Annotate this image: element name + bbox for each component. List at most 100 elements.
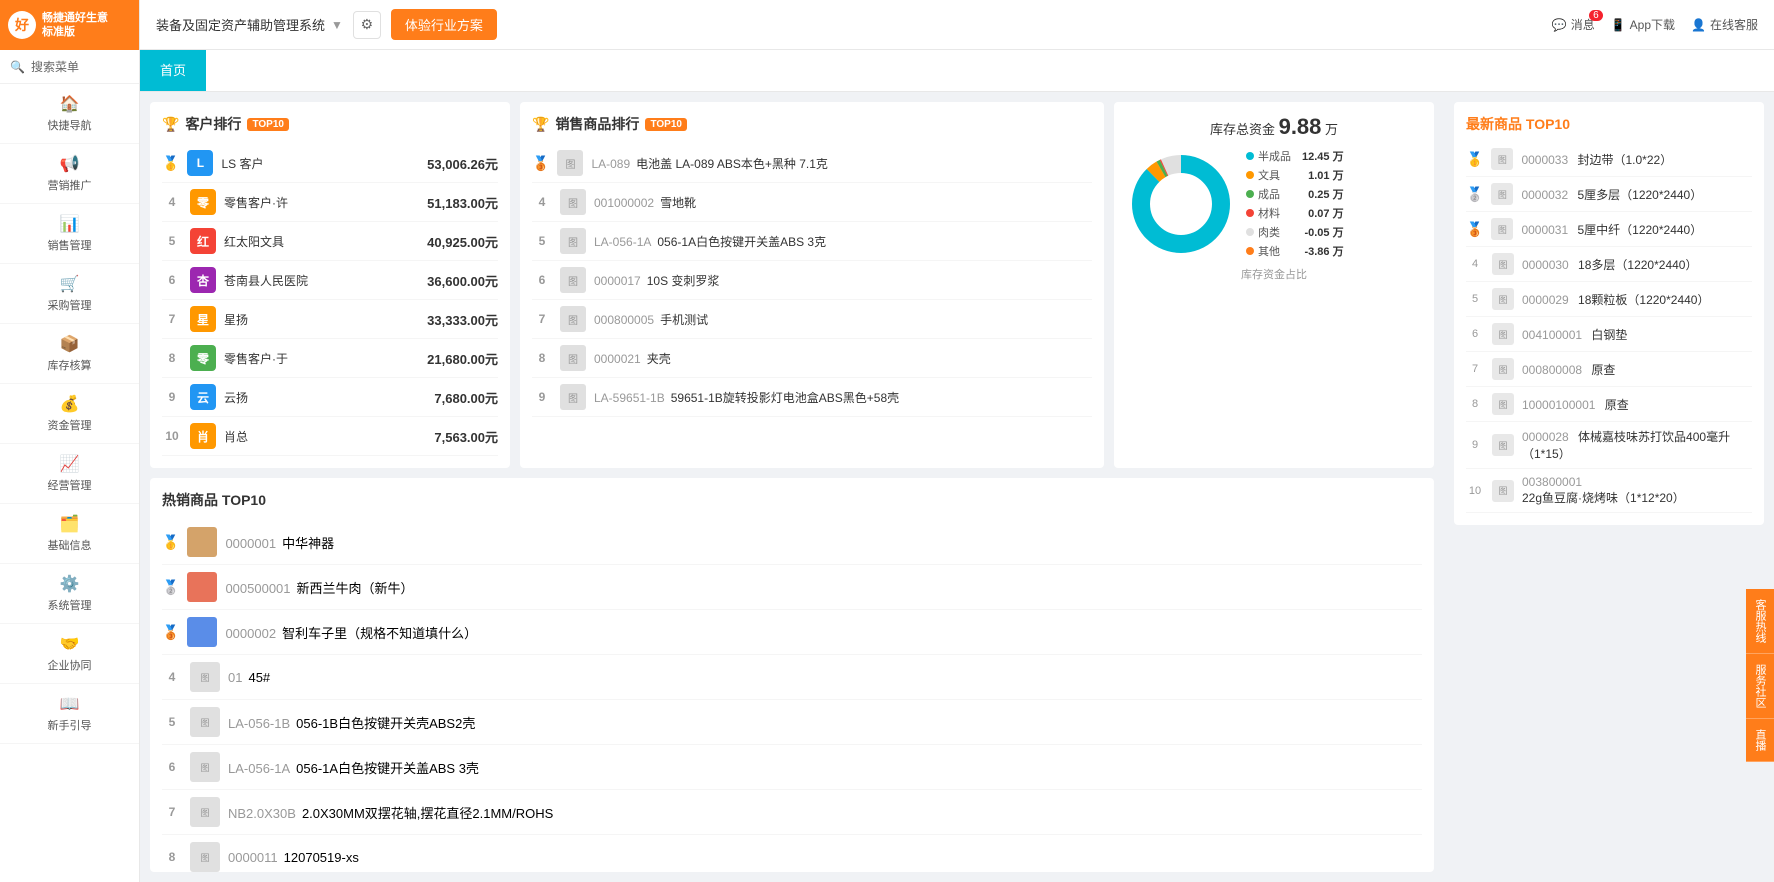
product-img: 图 (560, 228, 586, 254)
legend-item: 文具 1.01 万 (1246, 167, 1344, 183)
nav-icon: 📊 (60, 214, 80, 234)
sidebar: 好 畅捷通好生意 标准版 🔍 搜索菜单 🏠快捷导航📢营销推广📊销售管理🛒采购管理… (0, 0, 140, 882)
customer-avatar: L (187, 150, 213, 176)
sidebar-item-企业协同[interactable]: 🤝企业协同 (0, 624, 139, 684)
product-item: 9 图 LA-59651-1B59651-1B旋转投影灯电池盒ABS黑色+58壳 (532, 378, 1092, 417)
hot-products-panel: 热销商品 TOP10 🥇 0000001中华神器 🥈 000500001新西兰牛… (150, 478, 1434, 872)
trophy-icon: 🏆 (162, 116, 179, 133)
hot-products-title: 热销商品 TOP10 (162, 490, 1422, 510)
legend-item: 肉类 -0.05 万 (1246, 224, 1344, 240)
ranking-item: 🥇 L LS 客户 53,006.26元 (162, 144, 498, 183)
float-btn-客服热线[interactable]: 客服热线 (1746, 589, 1774, 654)
sidebar-item-经营管理[interactable]: 📈经营管理 (0, 444, 139, 504)
sidebar-item-基础信息[interactable]: 🗂️基础信息 (0, 504, 139, 564)
product-img: 图 (557, 150, 583, 176)
hot-item: 5 图 LA-056-1B056-1B白色按键开关壳ABS2壳 (162, 700, 1422, 745)
new-product-icon: 图 (1492, 288, 1514, 310)
product-item: 🥉 图 LA-089电池盖 LA-089 ABS本色+黑种 7.1克 (532, 144, 1092, 183)
logo-icon: 好 (8, 11, 36, 39)
nav-icon: 🗂️ (60, 514, 80, 534)
new-products-card: 最新商品 TOP10 🥇 图 0000033 封边带（1.0*22） 🥈 图 0… (1454, 102, 1764, 525)
hot-product-img: 图 (190, 707, 220, 737)
product-item: 4 图 001000002雪地靴 (532, 183, 1092, 222)
legend-dot (1246, 209, 1254, 217)
new-product-item: 4 图 0000030 18多层（1220*2440） (1466, 247, 1752, 282)
product-list: 🥉 图 LA-089电池盖 LA-089 ABS本色+黑种 7.1克 4 图 0… (532, 144, 1092, 417)
customer-name: 零售客户·许 (224, 194, 419, 211)
right-panel: 最新商品 TOP10 🥇 图 0000033 封边带（1.0*22） 🥈 图 0… (1444, 92, 1774, 882)
new-product-icon: 图 (1492, 253, 1514, 275)
customer-name: 星扬 (224, 311, 419, 328)
online-service-button[interactable]: 👤 在线客服 (1691, 16, 1758, 33)
customer-avatar: 云 (190, 384, 216, 410)
float-btn-服务社区[interactable]: 服务社区 (1746, 654, 1774, 719)
hot-item: 8 图 000001112070519-xs (162, 835, 1422, 872)
legend-item: 成品 0.25 万 (1246, 186, 1344, 202)
search-menu[interactable]: 🔍 搜索菜单 (0, 50, 139, 84)
nav-icon: 🤝 (60, 634, 80, 654)
sidebar-item-库存核算[interactable]: 📦库存核算 (0, 324, 139, 384)
sidebar-item-系统管理[interactable]: ⚙️系统管理 (0, 564, 139, 624)
customer-avatar: 零 (190, 345, 216, 371)
product-panel-title: 🏆 销售商品排行 TOP10 (532, 114, 1092, 134)
sidebar-item-销售管理[interactable]: 📊销售管理 (0, 204, 139, 264)
customer-avatar: 红 (190, 228, 216, 254)
page-tabs: 首页 (140, 50, 1774, 92)
sidebar-item-采购管理[interactable]: 🛒采购管理 (0, 264, 139, 324)
nav-icon: 📖 (60, 694, 80, 714)
legend-item: 半成品 12.45 万 (1246, 148, 1344, 164)
new-product-item: 8 图 10000100001 原查 (1466, 387, 1752, 422)
nav-icon: 💰 (60, 394, 80, 414)
ranking-item: 7 星 星扬 33,333.00元 (162, 300, 498, 339)
hot-products-list: 🥇 0000001中华神器 🥈 000500001新西兰牛肉（新牛） 🥉 000… (162, 520, 1422, 872)
product-item: 8 图 0000021夹壳 (532, 339, 1092, 378)
hot-product-img (187, 617, 217, 647)
new-product-icon: 图 (1492, 480, 1514, 502)
float-buttons: 客服热线服务社区直播 (1746, 589, 1774, 762)
tab-home[interactable]: 首页 (140, 50, 206, 91)
legend-dot (1246, 171, 1254, 179)
message-icon: 💬 (1552, 18, 1567, 32)
settings-button[interactable]: ⚙ (353, 11, 381, 39)
hot-product-img: 图 (190, 842, 220, 872)
nav-icon: 📢 (60, 154, 80, 174)
message-button[interactable]: 💬 消息 6 (1552, 16, 1595, 33)
legend-item: 其他 -3.86 万 (1246, 243, 1344, 259)
customer-amount: 36,600.00元 (427, 271, 498, 290)
new-product-icon: 图 (1491, 148, 1513, 170)
customer-name: 零售客户·于 (224, 350, 419, 367)
sidebar-item-快捷导航[interactable]: 🏠快捷导航 (0, 84, 139, 144)
hot-product-img (187, 527, 217, 557)
product-item: 5 图 LA-056-1A056-1A白色按键开关盖ABS 3克 (532, 222, 1092, 261)
hot-product-img: 图 (190, 662, 220, 692)
new-product-icon: 图 (1492, 393, 1514, 415)
ranking-item: 6 杏 苍南县人民医院 36,600.00元 (162, 261, 498, 300)
float-btn-直播[interactable]: 直播 (1746, 719, 1774, 762)
customer-name: 肖总 (224, 428, 426, 445)
new-products-list: 🥇 图 0000033 封边带（1.0*22） 🥈 图 0000032 5厘多层… (1466, 142, 1752, 513)
new-product-item: 🥈 图 0000032 5厘多层（1220*2440） (1466, 177, 1752, 212)
donut-chart-container: 半成品 12.45 万 文具 1.01 万 成品 0.25 万 材料 0.07 … (1126, 148, 1422, 262)
logo: 好 畅捷通好生意 标准版 (0, 0, 139, 50)
new-product-item: 7 图 000800008 原查 (1466, 352, 1752, 387)
app-download-button[interactable]: 📱 App下载 (1611, 16, 1675, 33)
sidebar-item-资金管理[interactable]: 💰资金管理 (0, 384, 139, 444)
legend-dot (1246, 247, 1254, 255)
phone-icon: 📱 (1611, 18, 1626, 32)
inventory-panel: 库存总资金 9.88 万 (1114, 102, 1434, 468)
customer-amount: 33,333.00元 (427, 310, 498, 329)
hot-product-img: 图 (190, 797, 220, 827)
dropdown-arrow-icon[interactable]: ▼ (331, 18, 343, 32)
nav-icon: 📈 (60, 454, 80, 474)
try-button[interactable]: 体验行业方案 (391, 9, 497, 40)
hot-item: 🥈 000500001新西兰牛肉（新牛） (162, 565, 1422, 610)
customer-amount: 7,680.00元 (434, 388, 498, 407)
sidebar-item-营销推广[interactable]: 📢营销推广 (0, 144, 139, 204)
new-products-title: 最新商品 TOP10 (1466, 114, 1752, 134)
product-img: 图 (560, 267, 586, 293)
medal-gold-icon: 🥇 (162, 155, 179, 172)
sidebar-item-新手引导[interactable]: 📖新手引导 (0, 684, 139, 744)
hot-item: 4 图 0145# (162, 655, 1422, 700)
customer-panel-title: 🏆 客户排行 TOP10 (162, 114, 498, 134)
nav-icon: ⚙️ (60, 574, 80, 594)
